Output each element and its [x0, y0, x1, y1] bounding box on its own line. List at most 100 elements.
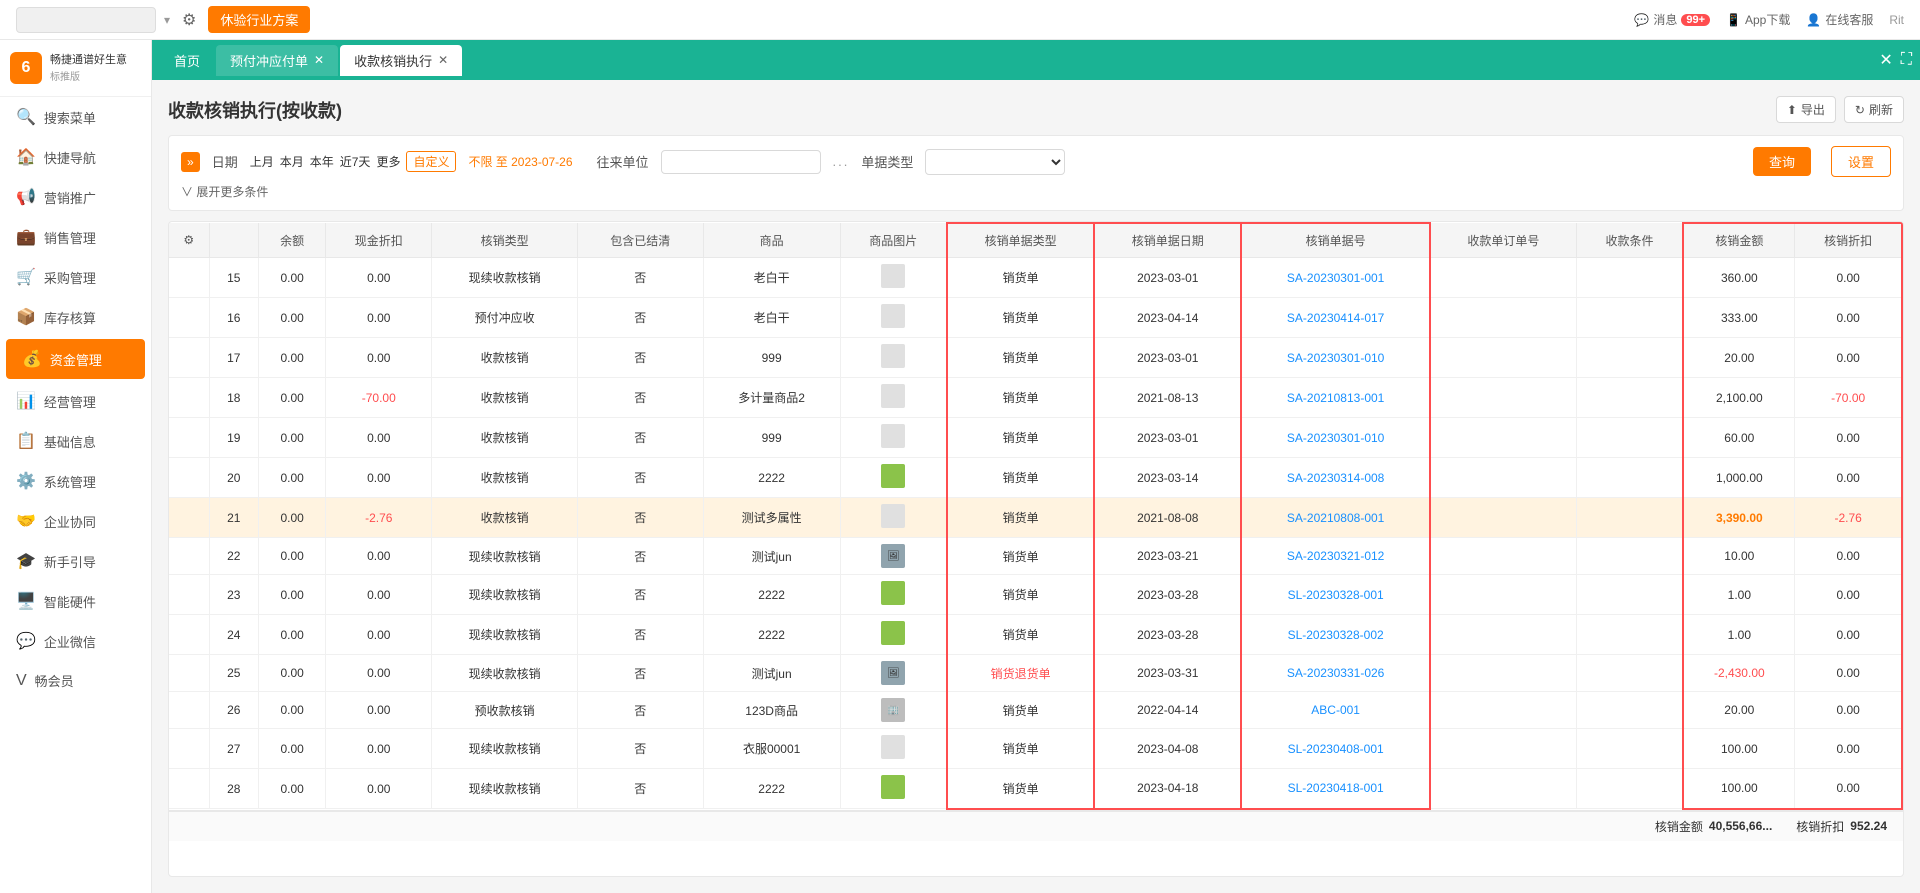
bill-no-cell[interactable]: SA-20230321-012 — [1241, 538, 1430, 575]
sidebar-item-inventory[interactable]: 📦 库存核算 — [0, 297, 151, 337]
page-header: 收款核销执行(按收款) ⬆ 导出 ↻ 刷新 — [168, 96, 1904, 123]
bill-no-cell[interactable]: SA-20230331-026 — [1241, 655, 1430, 692]
goods-img-cell — [840, 498, 947, 538]
sidebar-item-basic[interactable]: 📋 基础信息 — [0, 421, 151, 461]
row-number: 15 — [209, 258, 259, 298]
bill-no-link[interactable]: ABC-001 — [1311, 703, 1360, 717]
bill-no-cell[interactable]: SA-20230414-017 — [1241, 298, 1430, 338]
date-more[interactable]: 更多 — [376, 153, 400, 170]
row-settings — [169, 298, 209, 338]
bill-no-link[interactable]: SA-20230414-017 — [1287, 311, 1384, 325]
cash-discount-cell: 0.00 — [326, 769, 432, 809]
tab-home[interactable]: 首页 — [160, 45, 214, 76]
bill-no-link[interactable]: SA-20210813-001 — [1287, 391, 1384, 405]
bill-date-cell: 2023-03-31 — [1094, 655, 1241, 692]
bill-no-cell[interactable]: SA-20230314-008 — [1241, 458, 1430, 498]
receipt-order-no-cell — [1430, 615, 1576, 655]
bill-no-link[interactable]: SA-20230301-010 — [1287, 431, 1384, 445]
sidebar-item-member[interactable]: V 畅会员 — [0, 661, 151, 700]
bill-no-cell[interactable]: SA-20210813-001 — [1241, 378, 1430, 418]
bill-no-link[interactable]: SA-20230314-008 — [1287, 471, 1384, 485]
sidebar-item-hardware[interactable]: 🖥️ 智能硬件 — [0, 581, 151, 621]
online-service-btn[interactable]: 👤 在线客服 — [1806, 11, 1873, 28]
bill-no-link[interactable]: SA-20230331-026 — [1287, 666, 1384, 680]
bill-no-cell[interactable]: SA-20210808-001 — [1241, 498, 1430, 538]
bill-no-link[interactable]: SA-20230301-001 — [1287, 271, 1384, 285]
product-image: 🏢 — [881, 698, 905, 722]
tab-close-prepay[interactable]: ✕ — [314, 54, 324, 66]
bill-no-cell[interactable]: SL-20230418-001 — [1241, 769, 1430, 809]
bill-no-link[interactable]: SL-20230408-001 — [1288, 742, 1384, 756]
cash-discount-cell: 0.00 — [326, 729, 432, 769]
date-last-month[interactable]: 上月 — [250, 153, 274, 170]
total-discount-value: 952.24 — [1850, 819, 1887, 833]
tab-close-collection[interactable]: ✕ — [438, 54, 448, 66]
date-this-month[interactable]: 本月 — [280, 153, 304, 170]
refresh-icon: ↻ — [1855, 103, 1865, 117]
query-btn[interactable]: 查询 — [1753, 147, 1811, 176]
bill-no-link[interactable]: SL-20230418-001 — [1288, 781, 1384, 795]
trading-unit-input[interactable] — [661, 150, 821, 174]
row-number: 28 — [209, 769, 259, 809]
sidebar-item-system[interactable]: ⚙️ 系统管理 — [0, 461, 151, 501]
breadcrumb-input[interactable] — [16, 7, 156, 33]
row-number: 17 — [209, 338, 259, 378]
expand-more-btn[interactable]: ∨ 展开更多条件 — [181, 183, 1891, 200]
bill-no-link[interactable]: SL-20230328-001 — [1288, 588, 1384, 602]
bill-no-cell[interactable]: SA-20230301-010 — [1241, 418, 1430, 458]
trial-btn[interactable]: 休验行业方案 — [208, 6, 310, 33]
purchase-icon: 🛒 — [16, 267, 36, 287]
gear-button[interactable]: ⚙ — [178, 6, 200, 34]
goods-img-cell: 🏢 — [840, 692, 947, 729]
date-this-year[interactable]: 本年 — [310, 153, 334, 170]
maximize-icon[interactable]: ⛶ — [1901, 51, 1912, 69]
sidebar-item-finance[interactable]: 💰 资金管理 — [6, 339, 145, 379]
sidebar-item-newbie[interactable]: 🎓 新手引导 — [0, 541, 151, 581]
sidebar-item-search[interactable]: 🔍 搜索菜单 — [0, 97, 151, 137]
sidebar-item-marketing[interactable]: 📢 营销推广 — [0, 177, 151, 217]
writeoff-amount-cell: 100.00 — [1683, 769, 1794, 809]
close-window-icon[interactable]: ✕ — [1879, 50, 1892, 70]
bill-type-cell: 销货单 — [947, 378, 1094, 418]
bill-type-cell: 销货单 — [947, 458, 1094, 498]
export-btn[interactable]: ⬆ 导出 — [1776, 96, 1836, 123]
bill-no-link[interactable]: SA-20230321-012 — [1287, 549, 1384, 563]
bill-no-link[interactable]: SA-20230301-010 — [1287, 351, 1384, 365]
tab-prepay[interactable]: 预付冲应付单 ✕ — [216, 45, 338, 76]
receipt-condition-cell — [1576, 655, 1683, 692]
logo-icon: 6 — [10, 52, 42, 84]
date-7days[interactable]: 近7天 — [340, 153, 371, 170]
include-cleared-cell: 否 — [577, 418, 703, 458]
bill-type-select[interactable] — [925, 149, 1065, 175]
sidebar-item-quicknav[interactable]: 🏠 快捷导航 — [0, 137, 151, 177]
message-btn[interactable]: 💬 消息 99+ — [1634, 11, 1710, 28]
sidebar-item-sales[interactable]: 💼 销售管理 — [0, 217, 151, 257]
refresh-btn[interactable]: ↻ 刷新 — [1844, 96, 1904, 123]
balance-cell: 0.00 — [259, 615, 326, 655]
balance-cell: 0.00 — [259, 338, 326, 378]
date-custom[interactable]: 自定义 — [406, 151, 456, 172]
sidebar-item-enterprise[interactable]: 🤝 企业协同 — [0, 501, 151, 541]
marketing-icon: 📢 — [16, 187, 36, 207]
bill-no-cell[interactable]: SL-20230328-001 — [1241, 575, 1430, 615]
bill-no-cell[interactable]: SL-20230408-001 — [1241, 729, 1430, 769]
bill-no-cell[interactable]: SA-20230301-010 — [1241, 338, 1430, 378]
writeoff-type-cell: 现续收款核销 — [432, 769, 577, 809]
sidebar-item-purchase[interactable]: 🛒 采购管理 — [0, 257, 151, 297]
filter-settings-btn[interactable]: 设置 — [1831, 146, 1891, 177]
user-name[interactable]: Rit — [1889, 13, 1904, 27]
bill-no-link[interactable]: SA-20210808-001 — [1287, 511, 1384, 525]
bill-no-cell[interactable]: SL-20230328-002 — [1241, 615, 1430, 655]
tab-collection[interactable]: 收款核销执行 ✕ — [340, 45, 462, 76]
sidebar-item-wechat[interactable]: 💬 企业微信 — [0, 621, 151, 661]
bill-no-cell[interactable]: ABC-001 — [1241, 692, 1430, 729]
writeoff-amount-cell: 20.00 — [1683, 692, 1794, 729]
goods-cell: 衣服00001 — [703, 729, 840, 769]
goods-cell: 多计量商品2 — [703, 378, 840, 418]
app-download-btn[interactable]: 📱 App下载 — [1726, 11, 1790, 28]
bill-no-cell[interactable]: SA-20230301-001 — [1241, 258, 1430, 298]
row-number: 25 — [209, 655, 259, 692]
expand-btn[interactable]: » — [181, 152, 200, 172]
bill-no-link[interactable]: SL-20230328-002 — [1288, 628, 1384, 642]
sidebar-item-operation[interactable]: 📊 经营管理 — [0, 381, 151, 421]
